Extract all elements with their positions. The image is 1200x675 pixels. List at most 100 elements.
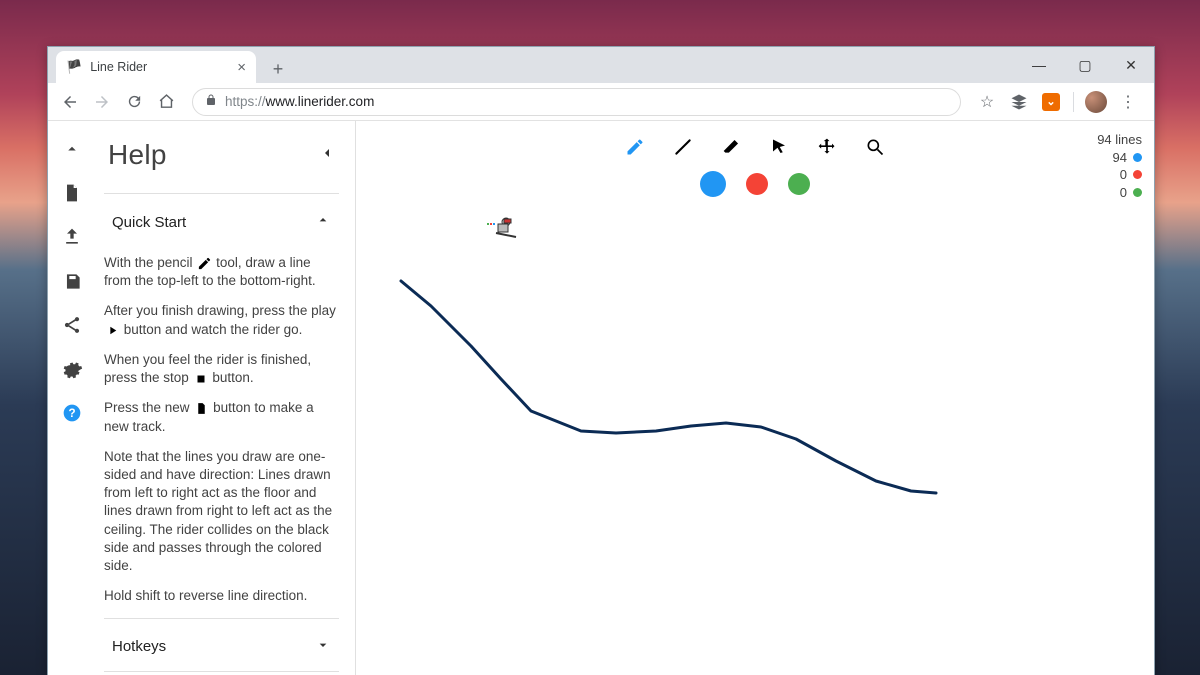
dot-blue-icon (1133, 153, 1142, 162)
drawing-canvas[interactable]: 94 lines 94 0 0 (356, 121, 1154, 675)
qs-text: With the pencil (104, 255, 196, 270)
pencil-tool[interactable] (621, 133, 649, 161)
close-tab-icon[interactable]: × (237, 59, 246, 76)
toolbar (621, 133, 889, 197)
dot-red-icon (1133, 170, 1142, 179)
favicon-icon: 🏴 (66, 59, 82, 75)
minimize-button[interactable]: — (1016, 47, 1062, 83)
cursor-icon (770, 138, 788, 156)
url-scheme: https:// (225, 94, 266, 109)
qs-text: Hold shift to reverse line direction. (104, 587, 339, 605)
color-red[interactable] (746, 173, 768, 195)
help-back-button[interactable] (319, 145, 335, 166)
close-window-button[interactable]: ✕ (1108, 47, 1154, 83)
separator (1073, 92, 1074, 112)
qs-text: Note that the lines you draw are one-sid… (104, 448, 339, 576)
chevron-up-icon (315, 212, 331, 232)
divider (104, 671, 339, 672)
new-track-button[interactable] (60, 181, 84, 205)
divider (104, 193, 339, 194)
color-blue[interactable] (700, 171, 726, 197)
home-icon (158, 93, 175, 110)
file-icon (193, 401, 209, 417)
new-tab-button[interactable]: + (264, 55, 292, 83)
chevron-down-icon (315, 637, 331, 657)
line-tool[interactable] (669, 133, 697, 161)
profile-button[interactable] (1082, 88, 1110, 116)
green-count: 0 (1120, 184, 1127, 202)
total-lines-label: 94 lines (1097, 131, 1142, 149)
save-button[interactable] (60, 269, 84, 293)
magnifier-icon (865, 137, 885, 157)
bookmark-star-button[interactable]: ☆ (973, 88, 1001, 116)
extension-buffer-button[interactable] (1005, 88, 1033, 116)
url-text: www.linerider.com (266, 94, 375, 109)
tab-strip: 🏴 Line Rider × + — ▢ ✕ (48, 47, 1154, 83)
select-tool[interactable] (765, 133, 793, 161)
forward-button[interactable] (88, 88, 116, 116)
back-button[interactable] (56, 88, 84, 116)
red-count: 0 (1120, 166, 1127, 184)
arrow-right-icon (93, 93, 111, 111)
stop-icon (193, 371, 209, 387)
arrow-left-icon (61, 93, 79, 111)
chevron-up-icon (63, 140, 81, 158)
qs-text: button and watch the rider go. (124, 322, 303, 337)
color-green[interactable] (788, 173, 810, 195)
avatar-icon (1085, 91, 1107, 113)
section-label: Quick Start (112, 214, 186, 231)
gear-icon (62, 359, 83, 380)
app-content: ? Help Quick Start With the pencil tool,… (48, 121, 1154, 675)
help-panel: Help Quick Start With the pencil tool, d… (96, 121, 356, 675)
maximize-button[interactable]: ▢ (1062, 47, 1108, 83)
collapse-help-button[interactable] (60, 137, 84, 161)
tab-title: Line Rider (90, 60, 147, 74)
upload-icon (62, 227, 82, 247)
pencil-icon (625, 137, 645, 157)
svg-text:?: ? (68, 407, 75, 420)
move-icon (817, 137, 837, 157)
qs-text: Press the new (104, 400, 193, 415)
extension-pocket-button[interactable]: ⌄ (1037, 88, 1065, 116)
divider (104, 618, 339, 619)
buffer-icon (1010, 93, 1028, 111)
help-button[interactable]: ? (60, 401, 84, 425)
line-stats: 94 lines 94 0 0 (1097, 131, 1142, 201)
share-icon (62, 315, 82, 335)
home-button[interactable] (152, 88, 180, 116)
share-button[interactable] (60, 313, 84, 337)
url-input[interactable]: https://www.linerider.com (192, 88, 961, 116)
upload-button[interactable] (60, 225, 84, 249)
address-bar: https://www.linerider.com ☆ ⌄ ⋮ (48, 83, 1154, 121)
browser-menu-button[interactable]: ⋮ (1114, 88, 1142, 116)
save-icon (63, 272, 82, 291)
rider-sprite (486, 213, 522, 246)
dot-green-icon (1133, 188, 1142, 197)
blue-count: 94 (1113, 149, 1127, 167)
qs-text: After you finish drawing, press the play (104, 303, 336, 318)
line-icon (673, 137, 693, 157)
lock-icon (205, 94, 217, 109)
browser-window: 🏴 Line Rider × + — ▢ ✕ https://www.liner… (47, 46, 1155, 675)
reload-button[interactable] (120, 88, 148, 116)
icon-rail: ? (48, 121, 96, 675)
help-icon: ? (62, 403, 82, 423)
pan-tool[interactable] (813, 133, 841, 161)
track-line (356, 121, 1154, 675)
quick-start-body: With the pencil tool, draw a line from t… (100, 254, 343, 606)
browser-tab[interactable]: 🏴 Line Rider × (56, 51, 256, 83)
play-icon (104, 322, 120, 338)
section-quick-start[interactable]: Quick Start (100, 198, 343, 246)
reload-icon (126, 93, 143, 110)
pencil-icon (196, 255, 212, 271)
eraser-icon (721, 137, 741, 157)
window-controls: — ▢ ✕ (1016, 47, 1154, 83)
settings-button[interactable] (60, 357, 84, 381)
section-label: Hotkeys (112, 638, 166, 655)
qs-text: button. (212, 370, 253, 385)
file-icon (62, 183, 82, 203)
help-title: Help (108, 139, 167, 171)
section-hotkeys[interactable]: Hotkeys (100, 623, 343, 671)
zoom-tool[interactable] (861, 133, 889, 161)
eraser-tool[interactable] (717, 133, 745, 161)
